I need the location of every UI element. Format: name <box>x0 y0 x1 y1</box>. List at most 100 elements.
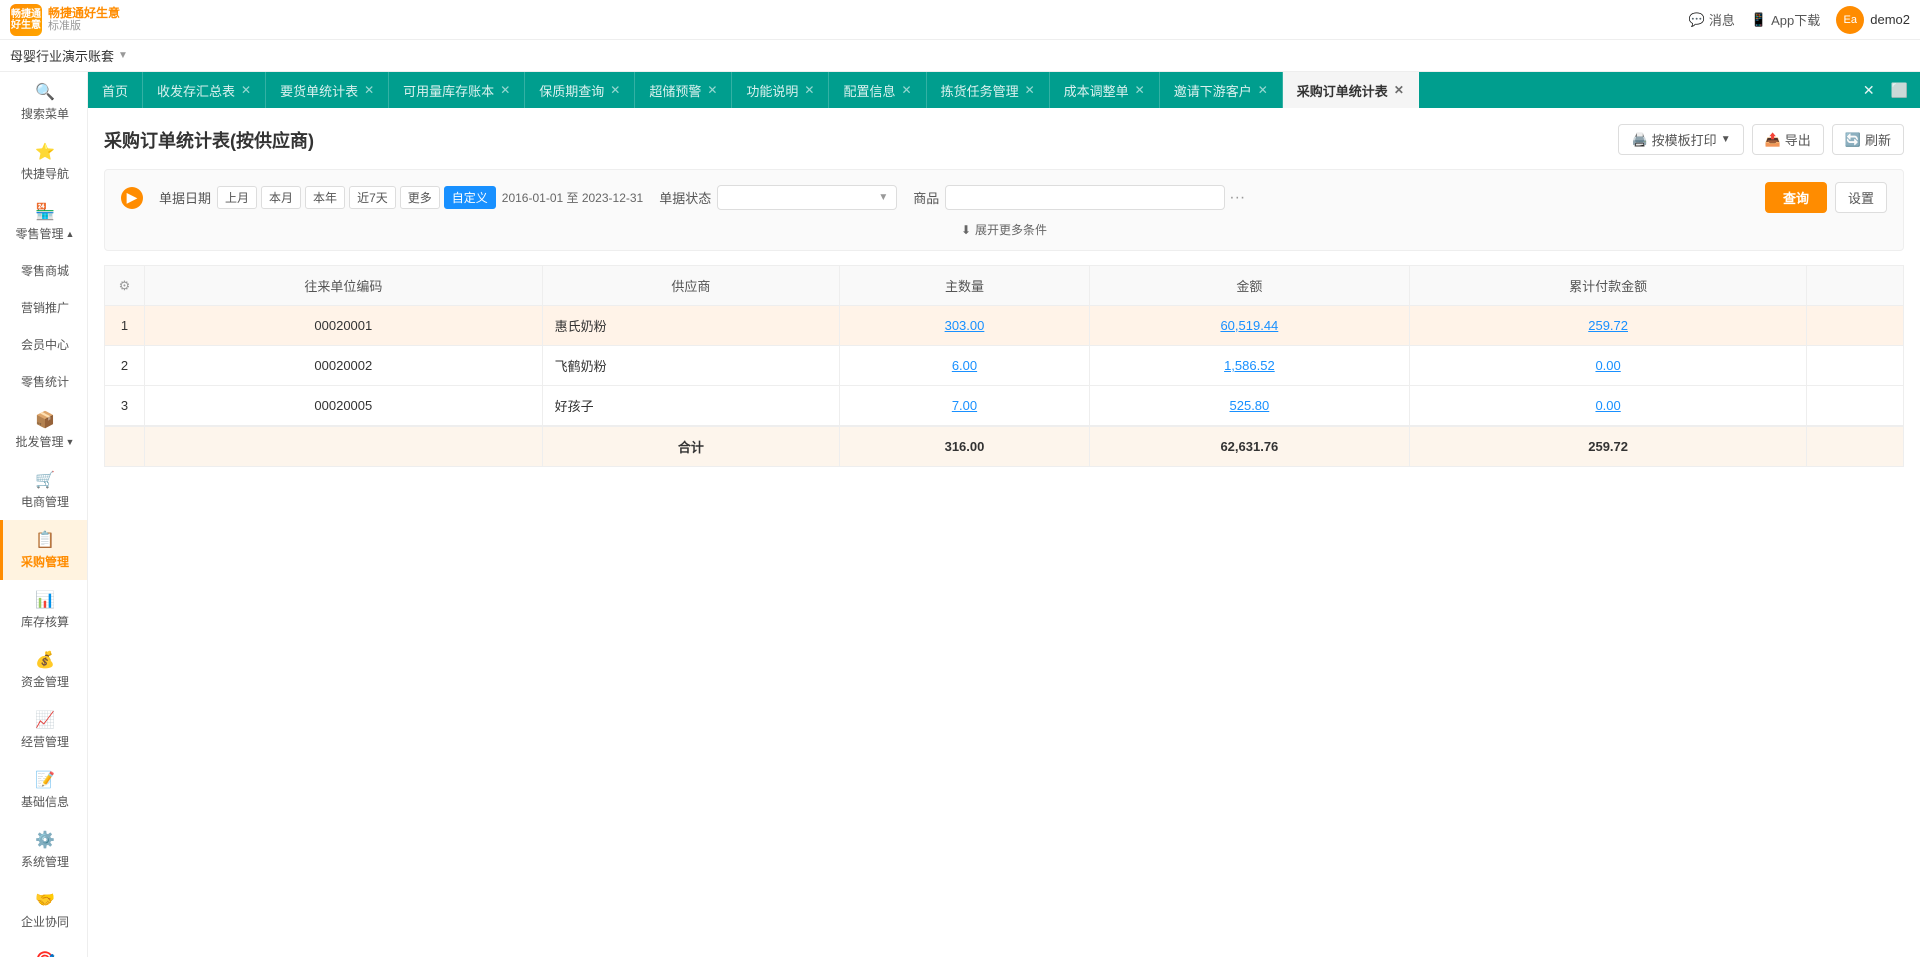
export-button[interactable]: 📤 导出 <box>1752 124 1824 155</box>
clipboard-icon: 📋 <box>35 530 55 550</box>
top-bar: 畅捷通好生意 畅捷通好生意 标准版 💬 消息 📱 App下载 Ea demo2 <box>0 0 1920 40</box>
tab-bar-actions: ✕ ⬜ <box>1851 80 1920 101</box>
paid-link[interactable]: 259.72 <box>1588 318 1628 333</box>
workspace-selector[interactable]: 母婴行业演示账套 ▼ <box>10 46 128 65</box>
tab-home[interactable]: 首页 <box>88 72 143 108</box>
expand-icon: ⬇ <box>961 223 971 237</box>
sidebar-item-purchase[interactable]: 📋 采购管理 <box>0 520 87 580</box>
amount-link[interactable]: 1,586.52 <box>1224 358 1275 373</box>
sidebar-item-ops[interactable]: 📈 经营管理 <box>0 700 87 760</box>
sidebar-item-inventory[interactable]: 📊 库存核算 <box>0 580 87 640</box>
sidebar-item-retail-mgmt[interactable]: 🏪 零售管理 ▲ <box>0 192 87 252</box>
logo-text: 畅捷通好生意 标准版 <box>48 6 120 34</box>
page-inner: 采购订单统计表(按供应商) 🖨️ 按模板打印 ▼ 📤 导出 🔄 <box>88 108 1920 957</box>
sidebar-item-wholesale[interactable]: 📦 批发管理 ▼ <box>0 400 87 460</box>
search-button[interactable]: 查询 <box>1765 182 1827 213</box>
date-btn-more[interactable]: 更多 <box>400 186 440 209</box>
tab-goods-stat[interactable]: 要货单统计表 ✕ <box>266 72 389 108</box>
page-title: 采购订单统计表(按供应商) <box>104 127 314 153</box>
table-row: 3 00020005 好孩子 7.00 525.80 0.00 <box>105 386 1904 427</box>
sidebar-item-search[interactable]: 🔍 搜索菜单 <box>0 72 87 132</box>
qty-link[interactable]: 6.00 <box>952 358 977 373</box>
tab-config-info[interactable]: 配置信息 ✕ <box>829 72 926 108</box>
title-actions: 🖨️ 按模板打印 ▼ 📤 导出 🔄 刷新 <box>1618 124 1904 155</box>
print-button[interactable]: 🖨️ 按模板打印 ▼ <box>1618 124 1743 155</box>
app-download-button[interactable]: 📱 App下载 <box>1751 10 1820 29</box>
tab-receive-close[interactable]: ✕ <box>241 83 251 97</box>
arrow-down-icon: ▼ <box>66 437 75 447</box>
sidebar-item-new-guide[interactable]: 🎯 新手引导 <box>0 940 87 957</box>
tab-available-stock[interactable]: 可用量库存账本 ✕ <box>389 72 525 108</box>
cart-icon: 🛒 <box>35 470 55 490</box>
tab-cost-adjust-close[interactable]: ✕ <box>1135 83 1145 97</box>
data-table: ⚙ 往来单位编码 供应商 主数量 金额 累计付款金额 1 00020001 惠氏… <box>104 265 1904 467</box>
refresh-button[interactable]: 🔄 刷新 <box>1832 124 1904 155</box>
tab-close-all-button[interactable]: ✕ <box>1859 80 1879 101</box>
tab-expiry[interactable]: 保质期查询 ✕ <box>525 72 635 108</box>
col-supplier: 供应商 <box>542 266 839 306</box>
sidebar-item-retail-stat[interactable]: 零售统计 <box>0 363 87 400</box>
sidebar-item-finance[interactable]: 💰 资金管理 <box>0 640 87 700</box>
goods-input-more[interactable]: ··· <box>1229 189 1245 207</box>
doc-icon: 📝 <box>35 770 55 790</box>
tab-pick-task[interactable]: 拣货任务管理 ✕ <box>927 72 1050 108</box>
trend-icon: 📈 <box>35 710 55 730</box>
date-btn-this-month[interactable]: 本月 <box>261 186 301 209</box>
tab-func-desc-close[interactable]: ✕ <box>804 83 814 97</box>
tab-config-info-close[interactable]: ✕ <box>902 83 912 97</box>
tab-expiry-close[interactable]: ✕ <box>610 83 620 97</box>
tab-available-stock-close[interactable]: ✕ <box>500 83 510 97</box>
sidebar: 🔍 搜索菜单 ⭐ 快捷导航 🏪 零售管理 ▲ 零售商城 营销推广 会员中心 零售… <box>0 72 88 957</box>
date-shortcuts: 上月 本月 本年 近7天 更多 自定义 <box>217 186 496 209</box>
tab-overstock[interactable]: 超储预警 ✕ <box>635 72 732 108</box>
date-btn-custom[interactable]: 自定义 <box>444 186 496 209</box>
sidebar-item-quick-nav[interactable]: ⭐ 快捷导航 <box>0 132 87 192</box>
tab-invite-close[interactable]: ✕ <box>1258 83 1268 97</box>
tab-bar: 首页 收发存汇总表 ✕ 要货单统计表 ✕ 可用量库存账本 ✕ 保质期查询 ✕ 超… <box>88 72 1920 108</box>
printer-icon: 🖨️ <box>1631 132 1647 148</box>
sidebar-item-member[interactable]: 会员中心 <box>0 326 87 363</box>
username-label: demo2 <box>1870 12 1910 27</box>
amount-link[interactable]: 525.80 <box>1230 398 1270 413</box>
money-icon: 💰 <box>35 650 55 670</box>
paid-link[interactable]: 0.00 <box>1595 358 1620 373</box>
tab-func-desc[interactable]: 功能说明 ✕ <box>732 72 829 108</box>
amount-link[interactable]: 60,519.44 <box>1220 318 1278 333</box>
user-profile[interactable]: Ea demo2 <box>1836 6 1910 34</box>
goods-input[interactable] <box>945 185 1225 210</box>
status-select[interactable]: ▼ <box>717 185 897 210</box>
filter-toggle-button[interactable]: ▶ <box>121 187 143 209</box>
date-btn-last-month[interactable]: 上月 <box>217 186 257 209</box>
expand-button[interactable]: ⬇ 展开更多条件 <box>961 221 1047 238</box>
sidebar-item-system[interactable]: ⚙️ 系统管理 <box>0 820 87 880</box>
date-btn-this-year[interactable]: 本年 <box>305 186 345 209</box>
table-footer-row: 合计 316.00 62,631.76 259.72 <box>105 426 1904 467</box>
qty-link[interactable]: 303.00 <box>945 318 985 333</box>
tab-cost-adjust[interactable]: 成本调整单 ✕ <box>1050 72 1160 108</box>
tab-purchase-stat[interactable]: 采购订单统计表 ✕ <box>1283 72 1419 108</box>
sidebar-item-enterprise[interactable]: 🤝 企业协同 <box>0 880 87 940</box>
paid-link[interactable]: 0.00 <box>1595 398 1620 413</box>
tab-purchase-stat-close[interactable]: ✕ <box>1394 83 1404 97</box>
sidebar-item-retail-shop[interactable]: 零售商城 <box>0 252 87 289</box>
messages-button[interactable]: 💬 消息 <box>1689 10 1735 29</box>
store-icon: 🏪 <box>35 202 55 222</box>
date-btn-7days[interactable]: 近7天 <box>349 186 396 209</box>
col-settings[interactable]: ⚙ <box>105 266 145 306</box>
table-settings-icon[interactable]: ⚙ <box>119 278 131 293</box>
content-area: 首页 收发存汇总表 ✕ 要货单统计表 ✕ 可用量库存账本 ✕ 保质期查询 ✕ 超… <box>88 72 1920 957</box>
tab-overstock-close[interactable]: ✕ <box>707 83 717 97</box>
tab-maximize-button[interactable]: ⬜ <box>1887 80 1912 101</box>
setting-button[interactable]: 设置 <box>1835 182 1887 213</box>
tab-pick-task-close[interactable]: ✕ <box>1025 83 1035 97</box>
sidebar-item-ecommerce[interactable]: 🛒 电商管理 <box>0 460 87 520</box>
page-content: 采购订单统计表(按供应商) 🖨️ 按模板打印 ▼ 📤 导出 🔄 <box>88 108 1920 957</box>
logo-area: 畅捷通好生意 畅捷通好生意 标准版 <box>10 4 120 36</box>
tab-receive[interactable]: 收发存汇总表 ✕ <box>143 72 266 108</box>
tab-invite[interactable]: 邀请下游客户 ✕ <box>1160 72 1283 108</box>
sidebar-item-marketing[interactable]: 营销推广 <box>0 289 87 326</box>
qty-link[interactable]: 7.00 <box>952 398 977 413</box>
sidebar-item-basic[interactable]: 📝 基础信息 <box>0 760 87 820</box>
tab-goods-stat-close[interactable]: ✕ <box>364 83 374 97</box>
col-qty: 主数量 <box>839 266 1089 306</box>
